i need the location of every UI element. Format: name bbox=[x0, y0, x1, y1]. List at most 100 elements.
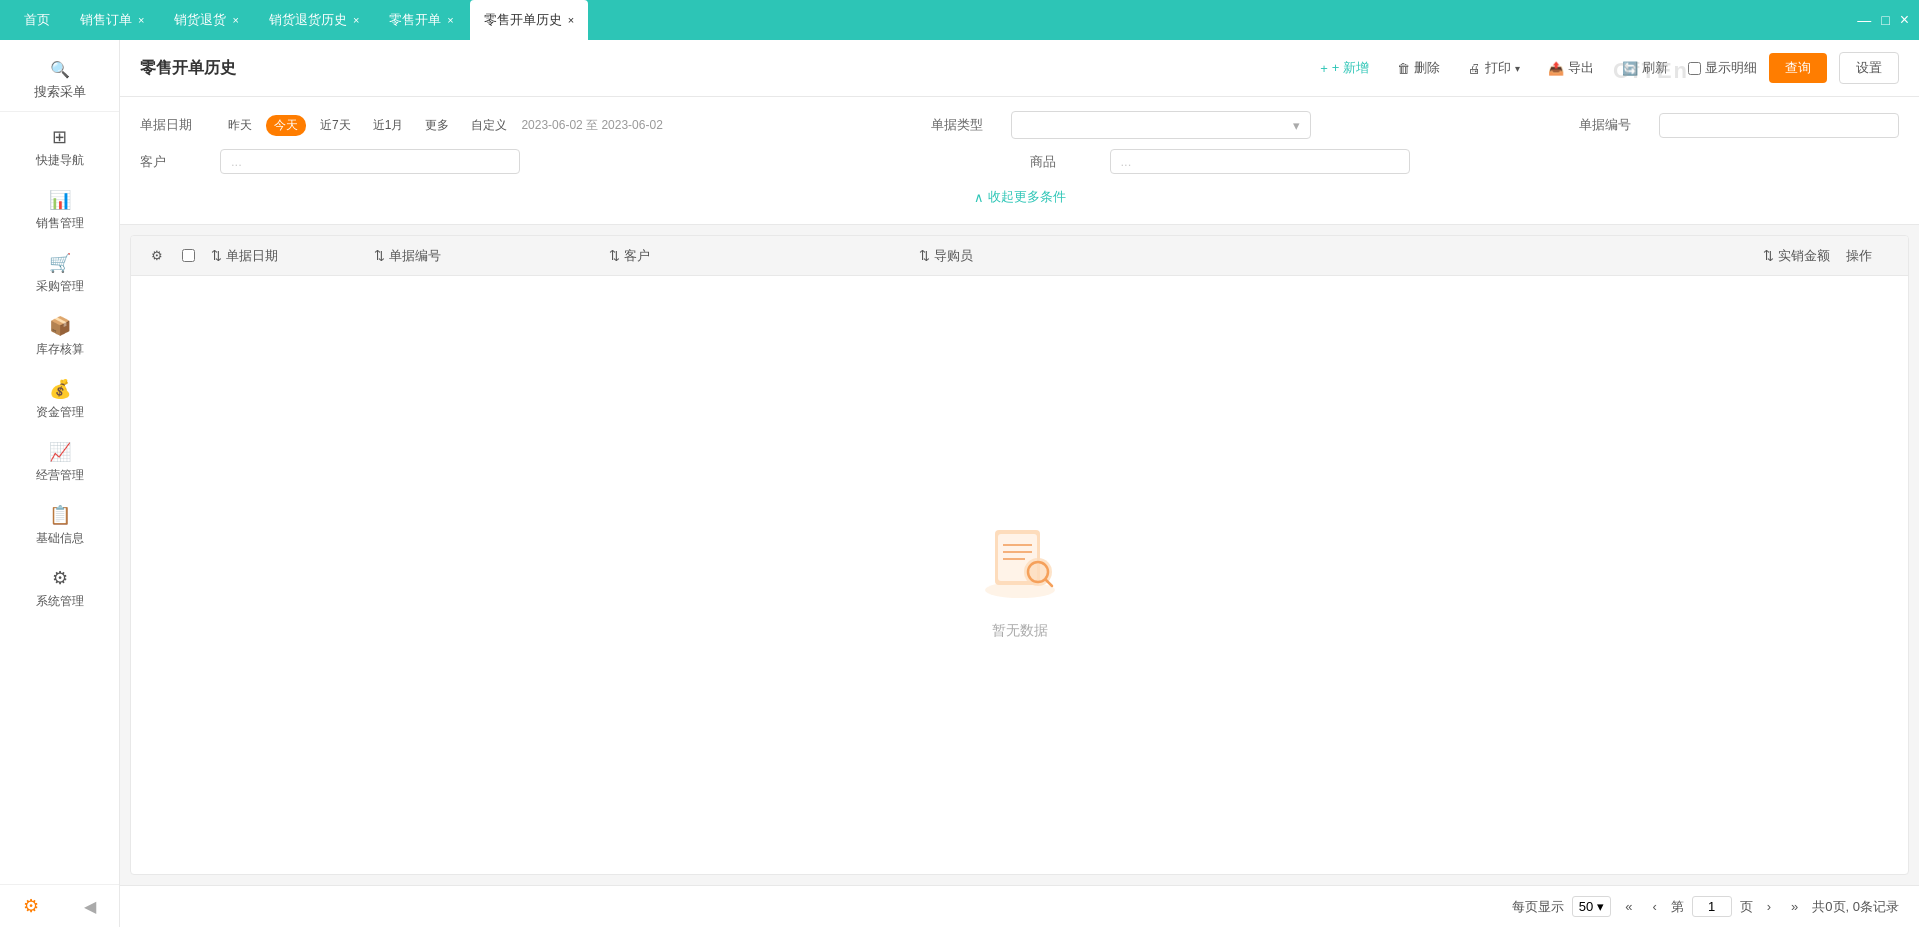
collapse-label: 收起更多条件 bbox=[988, 188, 1066, 206]
sidebar-item-quick-nav[interactable]: ⊞ 快捷导航 bbox=[0, 116, 119, 179]
goods-label: 商品 bbox=[1030, 153, 1090, 171]
collapse-more[interactable]: ∧ 收起更多条件 bbox=[140, 184, 1899, 210]
header-actions: + + 新增 🗑 删除 🖨 打印 ▾ 📤 导出 🔄 bbox=[1312, 52, 1899, 84]
customer-select[interactable]: ... bbox=[220, 149, 520, 174]
tab-sales-return-history[interactable]: 销货退货历史× bbox=[255, 0, 373, 40]
sidebar-label-purchase-mgmt: 采购管理 bbox=[36, 278, 84, 295]
refresh-label: 刷新 bbox=[1642, 59, 1668, 77]
window-controls: — □ × bbox=[1857, 11, 1909, 29]
tab-sales-order[interactable]: 销售订单× bbox=[66, 0, 158, 40]
sidebar-item-operations[interactable]: 📈 经营管理 bbox=[0, 431, 119, 494]
empty-illustration bbox=[970, 510, 1070, 610]
total-text: 共0页, 0条记录 bbox=[1812, 898, 1899, 916]
add-button[interactable]: + + 新增 bbox=[1312, 55, 1377, 81]
sidebar-item-base-info[interactable]: 📋 基础信息 bbox=[0, 494, 119, 557]
print-chevron: ▾ bbox=[1515, 63, 1520, 74]
sidebar-item-sales-mgmt[interactable]: 📊 销售管理 bbox=[0, 179, 119, 242]
tab-retail-open-history[interactable]: 零售开单历史× bbox=[470, 0, 588, 40]
tab-retail-open[interactable]: 零售开单× bbox=[375, 0, 467, 40]
query-button[interactable]: 查询 bbox=[1769, 53, 1827, 83]
col-guide[interactable]: ⇅ 导购员 bbox=[911, 247, 1074, 265]
col-amount[interactable]: ⇅ 实销金额 bbox=[1675, 247, 1838, 265]
col-number[interactable]: ⇅ 单据编号 bbox=[366, 247, 602, 265]
customer-value: ... bbox=[231, 154, 242, 169]
gear-icon: ⚙ bbox=[151, 248, 163, 263]
tab-bar: 首页销售订单×销货退货×销货退货历史×零售开单×零售开单历史× bbox=[10, 0, 1857, 40]
per-page-select[interactable]: 50 ▾ bbox=[1572, 896, 1611, 917]
prev-page-btn[interactable]: ‹ bbox=[1646, 897, 1662, 916]
empty-text: 暂无数据 bbox=[992, 622, 1048, 640]
sidebar-item-inventory[interactable]: 📦 库存核算 bbox=[0, 305, 119, 368]
tab-sales-return[interactable]: 销货退货× bbox=[160, 0, 252, 40]
col-date[interactable]: ⇅ 单据日期 bbox=[203, 247, 366, 265]
tab-close-icon[interactable]: × bbox=[138, 14, 144, 26]
sidebar-icon-base-info: 📋 bbox=[49, 504, 71, 526]
tab-close-icon[interactable]: × bbox=[568, 14, 574, 26]
sidebar-icon-purchase-mgmt: 🛒 bbox=[49, 252, 71, 274]
print-label: 打印 bbox=[1485, 59, 1511, 77]
doc-number-label: 单据编号 bbox=[1579, 116, 1639, 134]
collapse-icon: ∧ bbox=[974, 190, 984, 205]
per-page-label: 每页显示 bbox=[1512, 898, 1564, 916]
delete-button[interactable]: 🗑 删除 bbox=[1389, 55, 1448, 81]
sidebar-icon-finance: 💰 bbox=[49, 378, 71, 400]
tab-close-icon[interactable]: × bbox=[232, 14, 238, 26]
first-page-btn[interactable]: « bbox=[1619, 897, 1638, 916]
date-btn-更多[interactable]: 更多 bbox=[417, 115, 457, 136]
export-button[interactable]: 📤 导出 bbox=[1540, 55, 1602, 81]
date-btn-今天[interactable]: 今天 bbox=[266, 115, 306, 136]
sidebar-icon-sys-mgmt: ⚙ bbox=[52, 567, 68, 589]
sidebar-label-inventory: 库存核算 bbox=[36, 341, 84, 358]
sidebar-item-purchase-mgmt[interactable]: 🛒 采购管理 bbox=[0, 242, 119, 305]
date-buttons-group: 昨天今天近7天近1月更多自定义 bbox=[220, 115, 515, 136]
sidebar-search-label: 搜索采单 bbox=[34, 83, 86, 101]
page-number-input[interactable] bbox=[1692, 896, 1732, 917]
sidebar-item-search[interactable]: 🔍 搜索采单 bbox=[0, 50, 119, 112]
next-page-btn[interactable]: › bbox=[1761, 897, 1777, 916]
goods-select[interactable]: ... bbox=[1110, 149, 1410, 174]
col-customer[interactable]: ⇅ 客户 bbox=[601, 247, 910, 265]
sidebar: 🔍 搜索采单 ⊞ 快捷导航 📊 销售管理 🛒 采购管理 📦 库存核算 💰 资金管… bbox=[0, 40, 120, 927]
customer-label: 客户 bbox=[140, 153, 200, 171]
goods-value: ... bbox=[1121, 154, 1132, 169]
sidebar-label-base-info: 基础信息 bbox=[36, 530, 84, 547]
display-detail-checkbox[interactable]: 显示明细 bbox=[1688, 59, 1757, 77]
tab-home[interactable]: 首页 bbox=[10, 0, 64, 40]
display-detail-input[interactable] bbox=[1688, 62, 1701, 75]
date-btn-近7天[interactable]: 近7天 bbox=[312, 115, 359, 136]
doc-type-select[interactable]: ▾ bbox=[1011, 111, 1311, 139]
column-settings-btn[interactable]: ⚙ bbox=[141, 248, 173, 263]
close-btn[interactable]: × bbox=[1900, 11, 1909, 29]
doc-type-value bbox=[1022, 116, 1035, 134]
select-all-input[interactable] bbox=[182, 249, 195, 262]
settings-icon[interactable]: ⚙ bbox=[23, 895, 39, 917]
page-unit: 页 bbox=[1740, 898, 1753, 916]
setting-button[interactable]: 设置 bbox=[1839, 52, 1899, 84]
sidebar-label-finance: 资金管理 bbox=[36, 404, 84, 421]
refresh-button[interactable]: 🔄 刷新 bbox=[1614, 55, 1676, 81]
sidebar-label-operations: 经营管理 bbox=[36, 467, 84, 484]
col-ops: 操作 bbox=[1838, 247, 1898, 265]
collapse-icon[interactable]: ◀ bbox=[84, 897, 96, 916]
sidebar-label-sys-mgmt: 系统管理 bbox=[36, 593, 84, 610]
delete-icon: 🗑 bbox=[1397, 61, 1410, 76]
content-area: 零售开单历史 + + 新增 🗑 删除 🖨 打印 ▾ 📤 导出 bbox=[120, 40, 1919, 927]
sidebar-item-finance[interactable]: 💰 资金管理 bbox=[0, 368, 119, 431]
print-button[interactable]: 🖨 打印 ▾ bbox=[1460, 55, 1528, 81]
date-btn-自定义[interactable]: 自定义 bbox=[463, 115, 515, 136]
sidebar-label-sales-mgmt: 销售管理 bbox=[36, 215, 84, 232]
doc-number-input[interactable] bbox=[1659, 113, 1899, 138]
last-page-btn[interactable]: » bbox=[1785, 897, 1804, 916]
tab-close-icon[interactable]: × bbox=[447, 14, 453, 26]
col-customer-sort: ⇅ bbox=[609, 248, 620, 263]
tab-close-icon[interactable]: × bbox=[353, 14, 359, 26]
date-btn-近1月[interactable]: 近1月 bbox=[365, 115, 412, 136]
export-icon: 📤 bbox=[1548, 61, 1564, 76]
date-btn-昨天[interactable]: 昨天 bbox=[220, 115, 260, 136]
minimize-btn[interactable]: — bbox=[1857, 12, 1871, 28]
maximize-btn[interactable]: □ bbox=[1881, 12, 1889, 28]
sidebar-item-sys-mgmt[interactable]: ⚙ 系统管理 bbox=[0, 557, 119, 620]
sidebar-icon-quick-nav: ⊞ bbox=[52, 126, 67, 148]
select-all-checkbox[interactable] bbox=[173, 249, 203, 262]
filter-area: 单据日期 昨天今天近7天近1月更多自定义2023-06-02 至 2023-06… bbox=[120, 97, 1919, 225]
